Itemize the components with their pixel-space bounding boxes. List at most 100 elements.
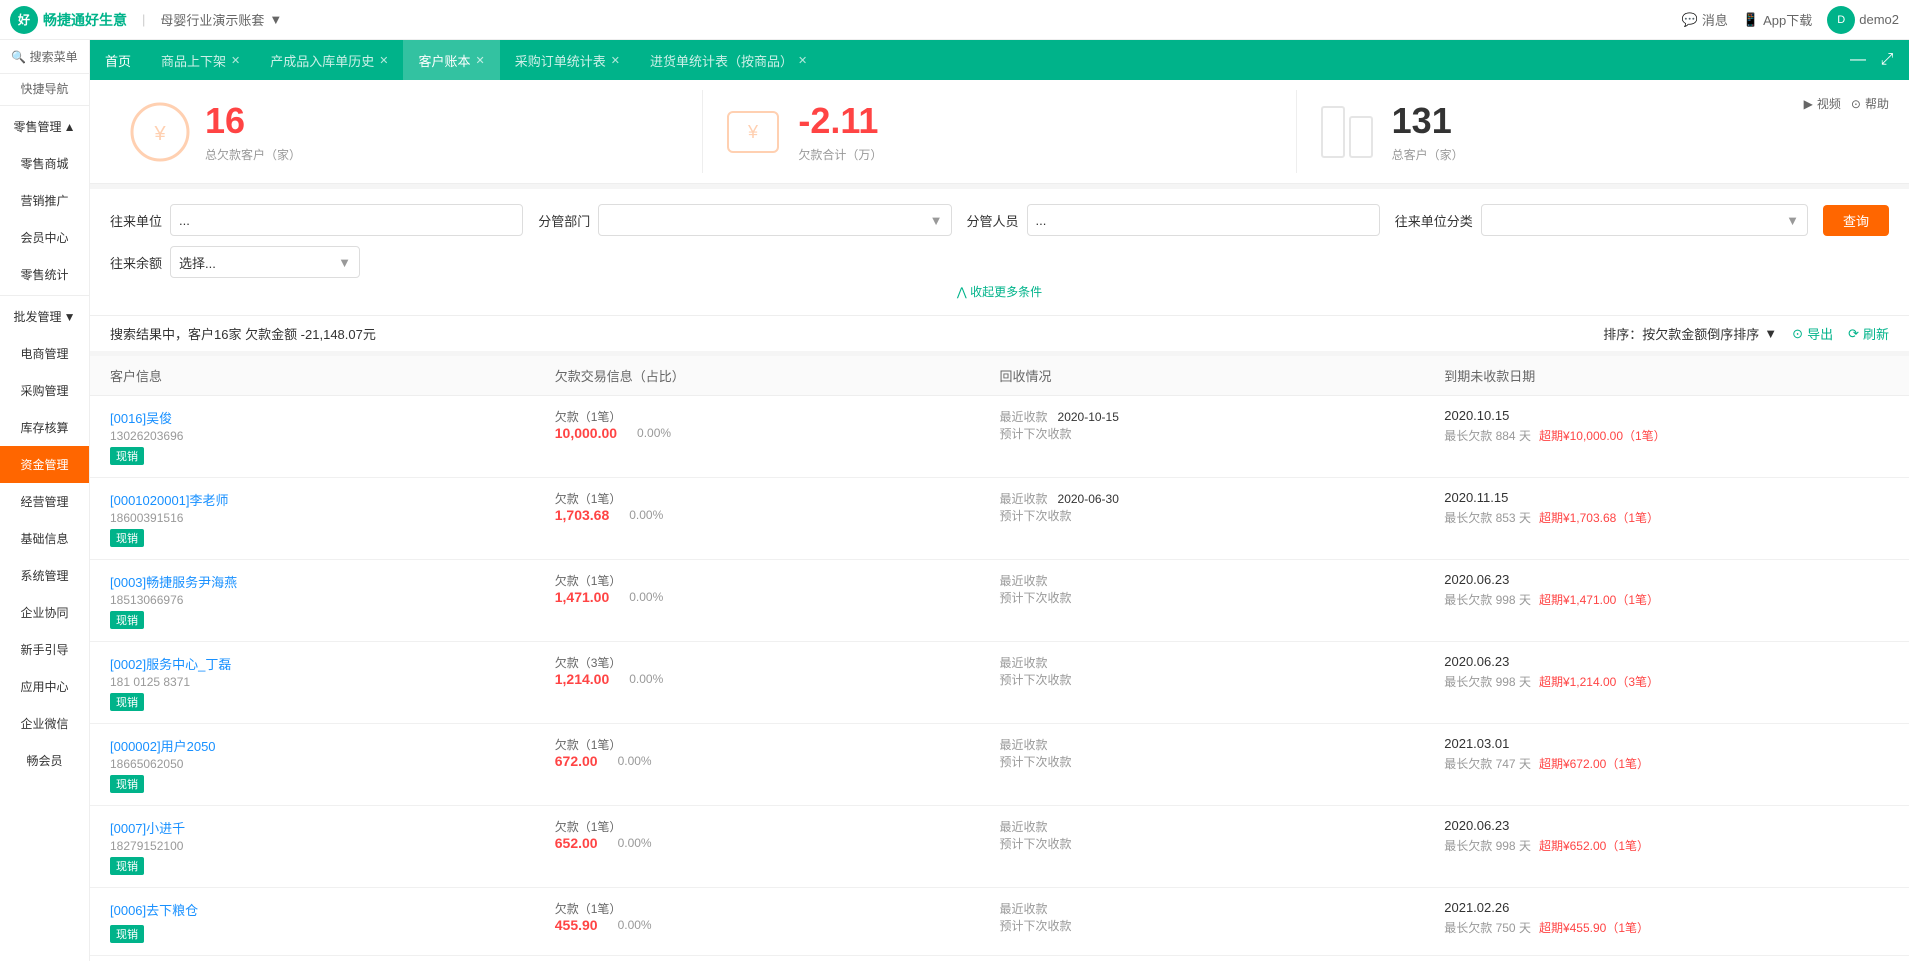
debt-label: 欠款（1笔） <box>555 490 1000 507</box>
overdue-text[interactable]: 超期¥672.00（1笔） <box>1539 755 1649 772</box>
sidebar-item-purchase[interactable]: 采购管理 <box>0 372 89 409</box>
filter-input-unit[interactable]: ... <box>170 204 523 236</box>
sidebar-item-label: 新手引导 <box>20 643 68 657</box>
table-row: [0006]去下粮仓 现销 欠款（1笔） 455.90 0.00% 最近收款 预… <box>90 888 1909 956</box>
debt-amount: 1,703.68 <box>555 507 610 523</box>
sidebar-item-enterprise-wechat[interactable]: 企业微信 <box>0 705 89 742</box>
filter-select-category[interactable]: ▼ <box>1481 204 1808 236</box>
stats-bar: ¥ 16 总欠款客户（家） ¥ <box>90 80 1909 184</box>
customer-tag: 现销 <box>110 529 144 547</box>
filter-select-dept[interactable]: ▼ <box>598 204 951 236</box>
result-bar: 搜索结果中，客户16家 欠款金额 -21,148.07元 排序：按欠款金额倒序排… <box>90 315 1909 351</box>
debt-cell: 欠款（1笔） 652.00 0.00% <box>555 818 1000 851</box>
debt-percent: 0.00% <box>629 508 663 522</box>
filter-row-2: 往来余额 选择... ▼ <box>110 246 1889 278</box>
store-selector[interactable]: 母婴行业演示账套 ▼ <box>160 10 282 29</box>
tab-close-icon[interactable]: ✕ <box>231 54 240 67</box>
message-button[interactable]: 💬 消息 <box>1682 10 1728 29</box>
overdue-text[interactable]: 超期¥652.00（1笔） <box>1539 837 1649 854</box>
sidebar-item-operations[interactable]: 经营管理 <box>0 483 89 520</box>
sidebar-item-newbie-guide[interactable]: 新手引导 <box>0 631 89 668</box>
sidebar-item-system[interactable]: 系统管理 <box>0 557 89 594</box>
tab-customer-ledger[interactable]: 客户账本 ✕ <box>403 40 499 80</box>
sidebar-item-app-center[interactable]: 应用中心 <box>0 668 89 705</box>
sidebar-item-retail-stats[interactable]: 零售统计 <box>0 256 89 293</box>
customer-tag: 现销 <box>110 775 144 793</box>
payback-date: 2020-06-30 <box>1058 492 1119 506</box>
tab-minimize-button[interactable]: — <box>1846 48 1870 72</box>
app-download-button[interactable]: 📱 App下载 <box>1743 10 1812 29</box>
video-button[interactable]: ▶ 视频 <box>1804 95 1841 112</box>
search-icon: 🔍 <box>11 50 26 64</box>
filter-dots-icon2: ... <box>1036 213 1047 228</box>
customer-id-link[interactable]: [0007]小进千 <box>110 818 555 837</box>
sidebar-search[interactable]: 🔍 搜索菜单 <box>0 40 89 74</box>
tab-close-icon3[interactable]: ✕ <box>476 54 485 67</box>
store-name: 母婴行业演示账套 <box>160 10 264 29</box>
due-date-cell: 2021.03.01 最长欠款 747 天 超期¥672.00（1笔） <box>1444 736 1889 772</box>
overdue-text[interactable]: 超期¥455.90（1笔） <box>1539 919 1649 936</box>
customer-id-link[interactable]: [0016]吴俊 <box>110 408 555 427</box>
customer-cell: [0003]畅捷服务尹海燕 18513066976 现销 <box>110 572 555 629</box>
tab-maximize-button[interactable]: ⤢ <box>1875 48 1899 72</box>
sort-selector[interactable]: 排序：按欠款金额倒序排序 ▼ <box>1603 324 1777 343</box>
tab-close-icon4[interactable]: ✕ <box>611 54 620 67</box>
filter-input-person[interactable]: ... <box>1027 204 1380 236</box>
debt-amount: 672.00 <box>555 753 598 769</box>
search-button[interactable]: 查询 <box>1823 205 1889 236</box>
sidebar-quick-nav[interactable]: 快捷导航 <box>0 74 89 103</box>
stat-content-debt-customers: 16 总欠款客户（家） <box>205 100 301 163</box>
tab-inbound-stats-by-product[interactable]: 进货单统计表（按商品） ✕ <box>635 40 822 80</box>
sidebar-item-marketing[interactable]: 营销推广 <box>0 182 89 219</box>
sidebar-item-member-center[interactable]: 会员中心 <box>0 219 89 256</box>
payback-label: 最近收款 <box>1000 736 1048 753</box>
tab-close-icon5[interactable]: ✕ <box>798 54 807 67</box>
table-row: [0016]吴俊 13026203696 现销 欠款（1笔） 10,000.00… <box>90 396 1909 478</box>
export-button[interactable]: ⊙ 导出 <box>1792 324 1833 343</box>
sidebar-item-label: 零售统计 <box>20 268 68 282</box>
tab-product-inbound-history[interactable]: 产成品入库单历史 ✕ <box>255 40 403 80</box>
table-row: [000001]黄思源 13552700226 现销 欠款（1笔） 429.00… <box>90 956 1909 961</box>
debt-cell: 欠款（1笔） 1,703.68 0.00% <box>555 490 1000 523</box>
sidebar-item-retail-mall[interactable]: 零售商城 <box>0 145 89 182</box>
tab-purchase-order-stats[interactable]: 采购订单统计表 ✕ <box>500 40 635 80</box>
debt-label: 欠款（1笔） <box>555 900 1000 917</box>
overdue-text[interactable]: 超期¥1,703.68（1笔） <box>1539 509 1659 526</box>
sidebar-item-label: 企业微信 <box>20 717 68 731</box>
sidebar-item-retail-management[interactable]: 零售管理 ▲ <box>0 108 89 145</box>
payback-next: 预计下次收款 <box>1000 671 1445 688</box>
overdue-text[interactable]: 超期¥10,000.00（1笔） <box>1539 427 1666 444</box>
customer-id-link[interactable]: [0001020001]李老师 <box>110 490 555 509</box>
debt-percent: 0.00% <box>629 590 663 604</box>
due-date-cell: 2020.06.23 最长欠款 998 天 超期¥1,214.00（3笔） <box>1444 654 1889 690</box>
user-avatar-area[interactable]: D demo2 <box>1827 6 1899 34</box>
sidebar-item-inventory[interactable]: 库存核算 <box>0 409 89 446</box>
customer-id-link[interactable]: [0002]服务中心_丁磊 <box>110 654 555 673</box>
tab-product-listing[interactable]: 商品上下架 ✕ <box>146 40 255 80</box>
overdue-days: 最长欠款 884 天 <box>1444 427 1531 444</box>
customer-id-link[interactable]: [000002]用户2050 <box>110 736 555 755</box>
sidebar-item-wholesale[interactable]: 批发管理 ▼ <box>0 298 89 335</box>
tab-close-icon2[interactable]: ✕ <box>379 54 388 67</box>
collapse-button[interactable]: ⋀ 收起更多条件 <box>110 283 1889 300</box>
payback-label: 最近收款 <box>1000 654 1048 671</box>
debt-percent: 0.00% <box>618 918 652 932</box>
customer-tag: 现销 <box>110 857 144 875</box>
sidebar-item-finance[interactable]: 资金管理 <box>0 446 89 483</box>
tab-bar-actions: — ⤢ <box>1846 48 1909 72</box>
debt-label: 欠款（1笔） <box>555 736 1000 753</box>
tab-home[interactable]: 首页 <box>90 40 146 80</box>
overdue-text[interactable]: 超期¥1,471.00（1笔） <box>1539 591 1659 608</box>
customer-id-link[interactable]: [0003]畅捷服务尹海燕 <box>110 572 555 591</box>
refresh-button[interactable]: ⟳ 刷新 <box>1848 324 1889 343</box>
sidebar-item-label: 会员中心 <box>20 231 68 245</box>
sidebar-item-chang-member[interactable]: 畅会员 <box>0 742 89 779</box>
help-button[interactable]: ⊙ 帮助 <box>1851 95 1889 112</box>
sidebar-item-enterprise-collab[interactable]: 企业协同 <box>0 594 89 631</box>
filter-select-balance[interactable]: 选择... ▼ <box>170 246 360 278</box>
customer-id-link[interactable]: [0006]去下粮仓 <box>110 900 555 919</box>
sidebar-item-basic-info[interactable]: 基础信息 <box>0 520 89 557</box>
overdue-text[interactable]: 超期¥1,214.00（3笔） <box>1539 673 1659 690</box>
filter-area: 往来单位 ... 分管部门 ▼ <box>90 189 1909 315</box>
sidebar-item-ecommerce[interactable]: 电商管理 <box>0 335 89 372</box>
